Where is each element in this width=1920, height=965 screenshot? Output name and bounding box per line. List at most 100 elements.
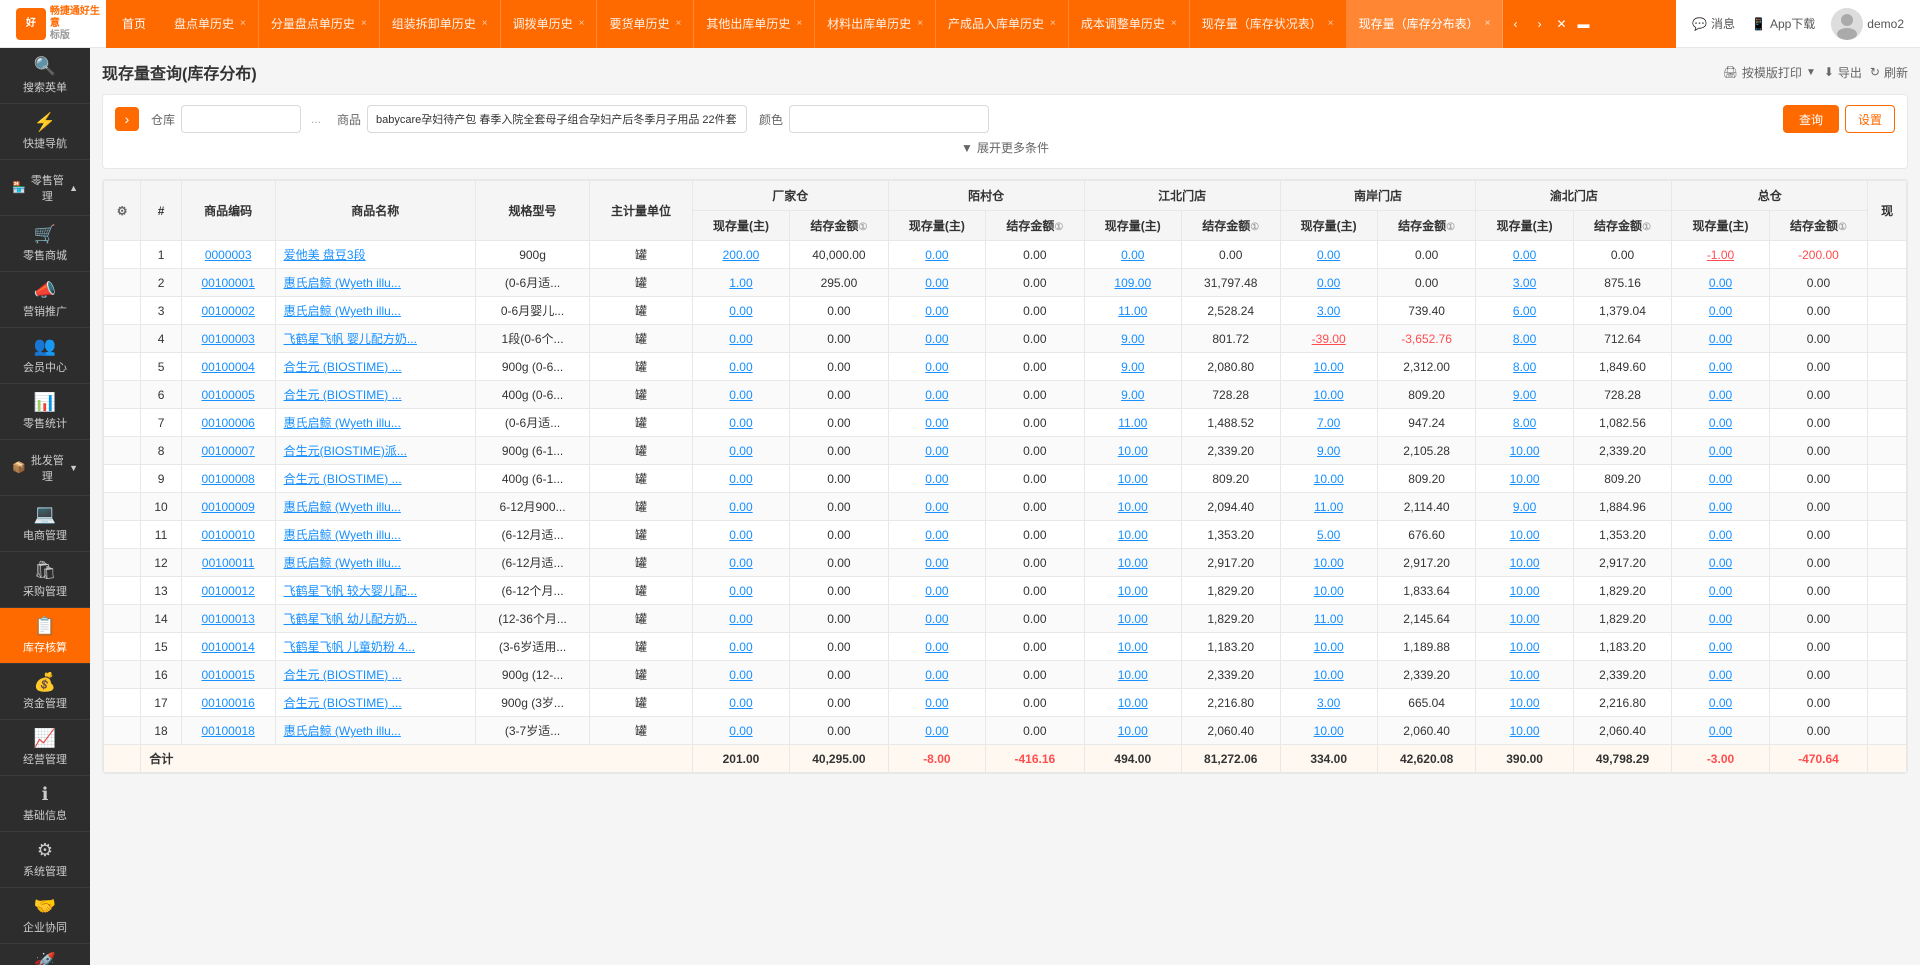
export-button[interactable]: ⬇ 导出	[1824, 64, 1862, 81]
cell-ck5-qty[interactable]: 10.00	[1476, 605, 1573, 633]
cell-name[interactable]: 合生元 (BIOSTIME) ...	[275, 689, 475, 717]
cell-ck2-qty[interactable]: 0.00	[888, 241, 985, 269]
cell-ck2-qty[interactable]: 0.00	[888, 325, 985, 353]
cell-ck4-qty[interactable]: 10.00	[1280, 633, 1377, 661]
cell-ck3-qty[interactable]: 10.00	[1084, 661, 1181, 689]
sidebar-item-search[interactable]: 🔍 搜索英单	[0, 48, 90, 104]
cell-total-qty[interactable]: 0.00	[1672, 493, 1769, 521]
cell-ck2-qty[interactable]: 0.00	[888, 297, 985, 325]
cell-code[interactable]: 00100008	[181, 465, 275, 493]
cell-total-qty[interactable]: 0.00	[1672, 577, 1769, 605]
cell-ck5-qty[interactable]: 0.00	[1476, 241, 1573, 269]
cell-code[interactable]: 00100005	[181, 381, 275, 409]
cell-ck5-qty[interactable]: 10.00	[1476, 633, 1573, 661]
cell-code[interactable]: 00100006	[181, 409, 275, 437]
cell-ck5-qty[interactable]: 3.00	[1476, 269, 1573, 297]
cell-code[interactable]: 00100010	[181, 521, 275, 549]
tab-next-button[interactable]: ›	[1527, 0, 1551, 48]
cell-code[interactable]: 00100014	[181, 633, 275, 661]
cell-name[interactable]: 惠氏启鲸 (Wyeth illu...	[275, 717, 475, 745]
cell-name[interactable]: 惠氏启鲸 (Wyeth illu...	[275, 521, 475, 549]
tab-requisition[interactable]: 要货单历史 ×	[597, 0, 694, 48]
cell-ck2-qty[interactable]: 0.00	[888, 437, 985, 465]
expand-conditions-button[interactable]: ▼ 展开更多条件	[115, 133, 1895, 158]
cell-ck5-qty[interactable]: 8.00	[1476, 409, 1573, 437]
cell-ck3-qty[interactable]: 0.00	[1084, 241, 1181, 269]
cell-code[interactable]: 00100007	[181, 437, 275, 465]
sidebar-item-collaboration[interactable]: 🤝 企业协同	[0, 888, 90, 944]
cell-ck4-qty[interactable]: -39.00	[1280, 325, 1377, 353]
cell-ck4-qty[interactable]: 10.00	[1280, 549, 1377, 577]
cell-name[interactable]: 飞鹤星飞帆 幼儿配方奶...	[275, 605, 475, 633]
cell-ck3-qty[interactable]: 10.00	[1084, 577, 1181, 605]
cell-ck1-qty[interactable]: 0.00	[692, 381, 789, 409]
cell-ck4-qty[interactable]: 11.00	[1280, 493, 1377, 521]
tab-transfer[interactable]: 调拨单历史 ×	[501, 0, 598, 48]
cell-ck3-qty[interactable]: 10.00	[1084, 465, 1181, 493]
tab-material-outbound[interactable]: 材料出库单历史 ×	[815, 0, 936, 48]
cell-total-qty[interactable]: 0.00	[1672, 605, 1769, 633]
cell-code[interactable]: 00100011	[181, 549, 275, 577]
cell-total-qty[interactable]: -1.00	[1672, 241, 1769, 269]
cell-ck4-qty[interactable]: 0.00	[1280, 269, 1377, 297]
cell-total-qty[interactable]: 0.00	[1672, 661, 1769, 689]
cell-ck1-qty[interactable]: 0.00	[692, 549, 789, 577]
cell-ck5-qty[interactable]: 9.00	[1476, 493, 1573, 521]
cell-ck2-qty[interactable]: 0.00	[888, 717, 985, 745]
cell-ck5-qty[interactable]: 10.00	[1476, 689, 1573, 717]
cell-ck3-qty[interactable]: 10.00	[1084, 521, 1181, 549]
cell-ck4-qty[interactable]: 3.00	[1280, 297, 1377, 325]
cell-ck5-qty[interactable]: 10.00	[1476, 549, 1573, 577]
tab-inventory-check[interactable]: 盘点单历史 ×	[162, 0, 259, 48]
cell-ck5-qty[interactable]: 10.00	[1476, 661, 1573, 689]
cell-ck4-qty[interactable]: 10.00	[1280, 661, 1377, 689]
app-download-button[interactable]: 📱 App下载	[1751, 15, 1815, 32]
cell-ck1-qty[interactable]: 0.00	[692, 661, 789, 689]
cell-ck1-qty[interactable]: 0.00	[692, 465, 789, 493]
cell-ck2-qty[interactable]: 0.00	[888, 493, 985, 521]
cell-ck1-qty[interactable]: 0.00	[692, 577, 789, 605]
tab-fraction-inventory[interactable]: 分量盘点单历史 ×	[259, 0, 380, 48]
sidebar-item-retail-mall[interactable]: 🛒 零售商城	[0, 216, 90, 272]
cell-ck1-qty[interactable]: 0.00	[692, 353, 789, 381]
cell-ck4-qty[interactable]: 0.00	[1280, 241, 1377, 269]
cell-ck2-qty[interactable]: 0.00	[888, 381, 985, 409]
cell-total-qty[interactable]: 0.00	[1672, 409, 1769, 437]
cell-name[interactable]: 惠氏启鲸 (Wyeth illu...	[275, 269, 475, 297]
cell-ck4-qty[interactable]: 10.00	[1280, 465, 1377, 493]
sidebar-item-inventory[interactable]: 📋 库存核算	[0, 608, 90, 664]
sidebar-item-guide[interactable]: 🚀 新手引导	[0, 944, 90, 965]
cell-name[interactable]: 合生元 (BIOSTIME) ...	[275, 381, 475, 409]
nav-home[interactable]: 首页	[106, 15, 162, 32]
sidebar-item-retail-mgmt[interactable]: 🏪 零售管理 ▲	[0, 160, 90, 216]
cell-name[interactable]: 合生元 (BIOSTIME) ...	[275, 661, 475, 689]
print-button[interactable]: 🖨 按模版打印 ▼	[1723, 64, 1816, 81]
cell-name[interactable]: 飞鹤星飞帆 儿童奶粉 4...	[275, 633, 475, 661]
cell-code[interactable]: 00100016	[181, 689, 275, 717]
cell-total-qty[interactable]: 0.00	[1672, 717, 1769, 745]
tab-finished-inbound[interactable]: 产成品入库单历史 ×	[936, 0, 1069, 48]
sidebar-item-wholesale-mgmt[interactable]: 📦 批发管理 ▼	[0, 440, 90, 496]
sidebar-item-marketing[interactable]: 📣 营销推广	[0, 272, 90, 328]
cell-ck2-qty[interactable]: 0.00	[888, 409, 985, 437]
cell-name[interactable]: 爱他美 盘豆3段	[275, 241, 475, 269]
user-profile-button[interactable]: demo2	[1831, 8, 1904, 40]
cell-code[interactable]: 00100013	[181, 605, 275, 633]
product-input[interactable]	[367, 105, 747, 133]
cell-ck5-qty[interactable]: 8.00	[1476, 325, 1573, 353]
cell-ck2-qty[interactable]: 0.00	[888, 689, 985, 717]
cell-ck1-qty[interactable]: 0.00	[692, 717, 789, 745]
tab-minimize-button[interactable]: ▬	[1573, 14, 1593, 34]
query-button[interactable]: 查询	[1783, 105, 1839, 133]
cell-name[interactable]: 惠氏启鲸 (Wyeth illu...	[275, 297, 475, 325]
cell-ck5-qty[interactable]: 10.00	[1476, 521, 1573, 549]
setting-button[interactable]: 设置	[1845, 105, 1895, 133]
cell-total-qty[interactable]: 0.00	[1672, 297, 1769, 325]
cell-ck1-qty[interactable]: 0.00	[692, 633, 789, 661]
sidebar-item-retail-stats[interactable]: 📊 零售统计	[0, 384, 90, 440]
sidebar-item-ecommerce[interactable]: 💻 电商管理	[0, 496, 90, 552]
cell-total-qty[interactable]: 0.00	[1672, 381, 1769, 409]
cell-name[interactable]: 合生元(BIOSTIME)派...	[275, 437, 475, 465]
cell-ck2-qty[interactable]: 0.00	[888, 549, 985, 577]
cell-ck1-qty[interactable]: 200.00	[692, 241, 789, 269]
